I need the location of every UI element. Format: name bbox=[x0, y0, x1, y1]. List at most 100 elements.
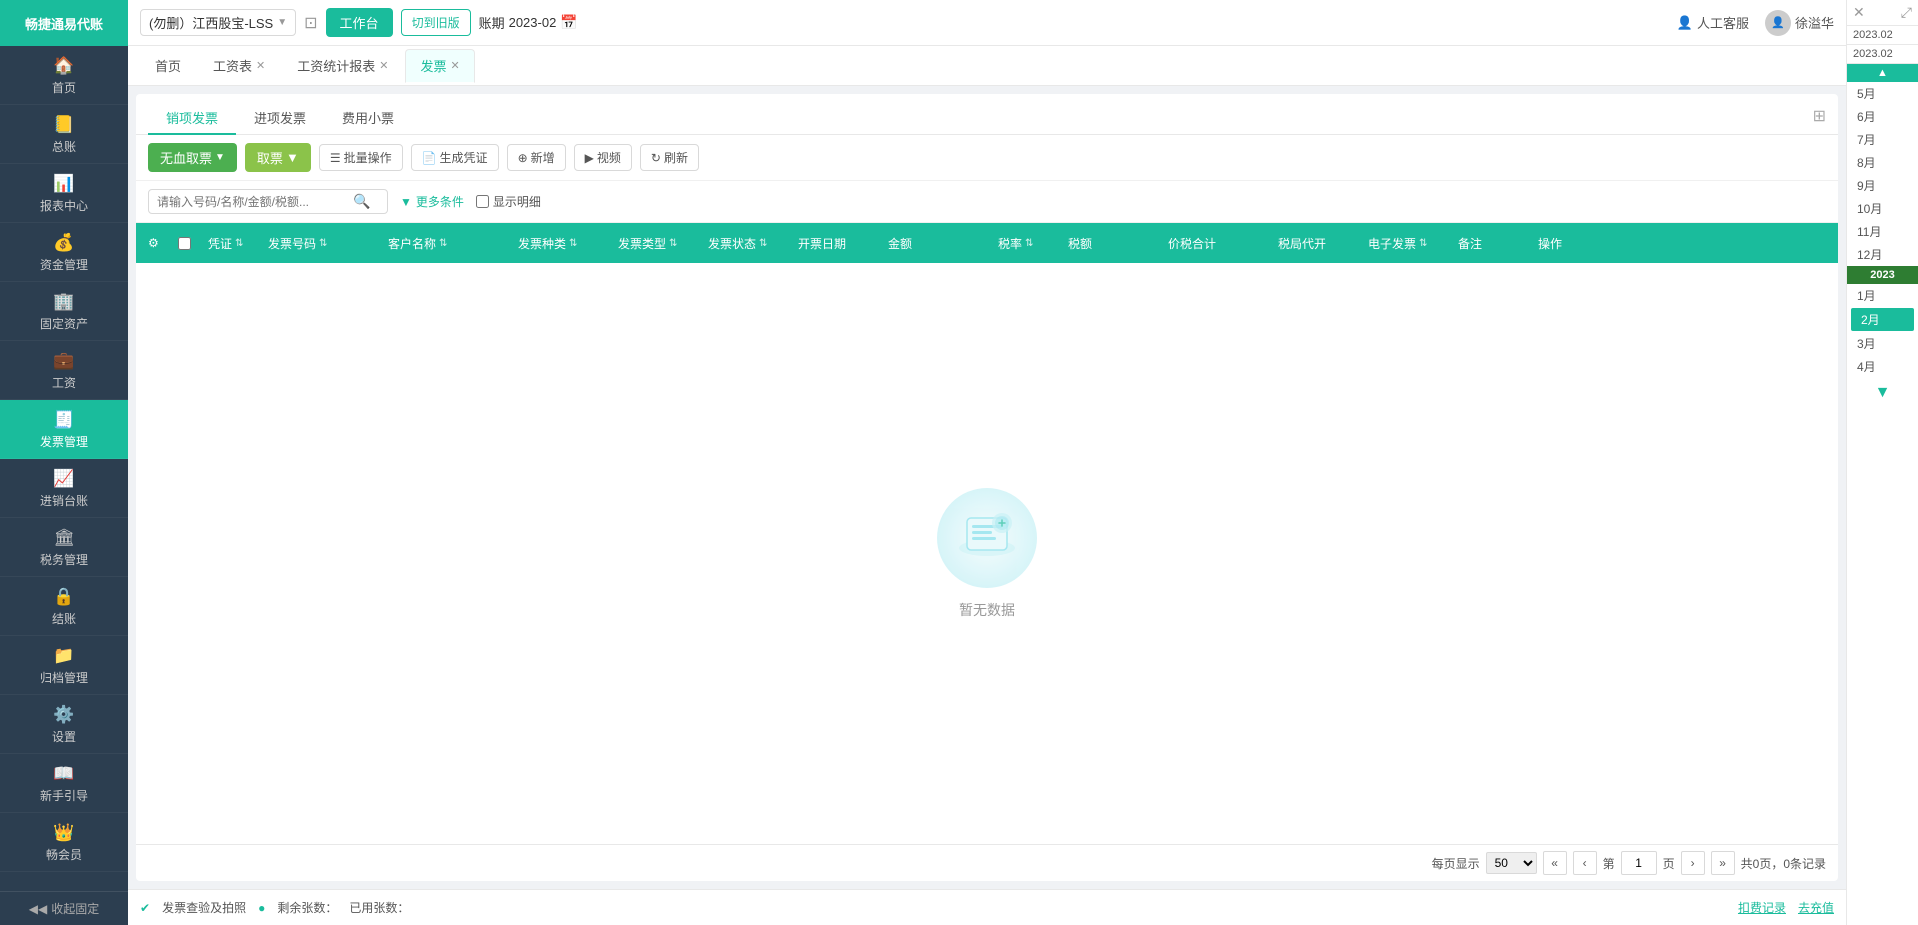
refresh-icon: ↻ bbox=[651, 151, 661, 165]
new-icon: ⊕ bbox=[518, 151, 528, 165]
sidebar-item-home[interactable]: 🏠 首页 bbox=[0, 46, 128, 105]
tab-home[interactable]: 首页 bbox=[140, 49, 196, 83]
sidebar-item-payroll[interactable]: 💼 工资 bbox=[0, 341, 128, 400]
th-note: 备注 bbox=[1450, 235, 1530, 252]
workbench-button[interactable]: 工作台 bbox=[326, 8, 393, 37]
take-ticket-button[interactable]: 取票 ▼ bbox=[245, 143, 311, 172]
bottom-links: 扣费记录 去充值 bbox=[1738, 899, 1834, 916]
no-select-ticket-button[interactable]: 无血取票 ▼ bbox=[148, 143, 237, 172]
month-3[interactable]: 3月 bbox=[1847, 332, 1918, 355]
first-page-btn[interactable]: « bbox=[1543, 851, 1567, 875]
last-page-btn[interactable]: » bbox=[1711, 851, 1735, 875]
month-8[interactable]: 8月 bbox=[1847, 151, 1918, 174]
take-ticket-dropdown-icon: ▼ bbox=[286, 150, 299, 165]
subtab-purchase-invoice[interactable]: 进项发票 bbox=[236, 102, 324, 135]
select-all-checkbox[interactable] bbox=[178, 237, 191, 250]
month-2-active[interactable]: 2月 bbox=[1851, 308, 1914, 331]
sidebar-label-home: 首页 bbox=[52, 79, 76, 96]
tab-payroll[interactable]: 工资表 ✕ bbox=[198, 49, 280, 83]
prev-page-btn[interactable]: ‹ bbox=[1573, 851, 1597, 875]
used-label: 已用张数： bbox=[349, 899, 409, 916]
show-detail-checkbox[interactable] bbox=[476, 195, 489, 208]
subtab-expense-receipt[interactable]: 费用小票 bbox=[324, 102, 412, 135]
sidebar-item-archive[interactable]: 📁 归档管理 bbox=[0, 636, 128, 695]
refresh-button[interactable]: ↻ 刷新 bbox=[640, 144, 699, 171]
tax-rate-sort-icon[interactable]: ⇅ bbox=[1025, 238, 1033, 249]
new-button[interactable]: ⊕ 新增 bbox=[507, 144, 566, 171]
content-area: 销项发票 进项发票 费用小票 ⊞ 无血取票 ▼ 取票 ▼ ☰ bbox=[128, 86, 1846, 925]
sidebar-item-ledger[interactable]: 📒 总账 bbox=[0, 105, 128, 164]
scroll-down-btn[interactable]: ▼ bbox=[1847, 378, 1918, 408]
right-panel-expand-btn[interactable]: ⤢ bbox=[1901, 4, 1912, 21]
month-11[interactable]: 11月 bbox=[1847, 220, 1918, 243]
month-10[interactable]: 10月 bbox=[1847, 197, 1918, 220]
th-settings[interactable]: ⚙ bbox=[140, 236, 170, 250]
tab-payroll-stats-close[interactable]: ✕ bbox=[379, 59, 388, 72]
more-conditions-btn[interactable]: ▼ 更多条件 bbox=[400, 193, 464, 210]
calendar-icon[interactable]: 📅 bbox=[560, 14, 577, 31]
customer-service-btn[interactable]: 👤 人工客服 bbox=[1677, 13, 1749, 32]
sidebar-item-sales[interactable]: 📈 进销台账 bbox=[0, 459, 128, 518]
batch-op-button[interactable]: ☰ 批量操作 bbox=[319, 144, 403, 171]
e-invoice-sort-icon[interactable]: ⇅ bbox=[1419, 238, 1427, 249]
next-page-btn[interactable]: › bbox=[1681, 851, 1705, 875]
customer-sort-icon[interactable]: ⇅ bbox=[439, 238, 447, 249]
sidebar-item-finance[interactable]: 💰 资金管理 bbox=[0, 223, 128, 282]
sidebar-item-reports[interactable]: 📊 报表中心 bbox=[0, 164, 128, 223]
invoice-type-sort-icon[interactable]: ⇅ bbox=[569, 238, 577, 249]
voucher-sort-icon[interactable]: ⇅ bbox=[235, 238, 243, 249]
sidebar-label-reports: 报表中心 bbox=[40, 197, 88, 214]
no-select-label: 无血取票 bbox=[160, 148, 212, 167]
sidebar-item-settings[interactable]: ⚙️ 设置 bbox=[0, 695, 128, 754]
tab-payroll-close[interactable]: ✕ bbox=[256, 59, 265, 72]
reports-icon: 📊 bbox=[53, 174, 74, 194]
sidebar-item-close-accounts[interactable]: 🔒 结账 bbox=[0, 577, 128, 636]
subtab-sales-invoice[interactable]: 销项发票 bbox=[148, 102, 236, 135]
deduct-records-link[interactable]: 扣费记录 bbox=[1738, 899, 1786, 916]
invoice-class-sort-icon[interactable]: ⇅ bbox=[669, 238, 677, 249]
invoice-no-sort-icon[interactable]: ⇅ bbox=[319, 238, 327, 249]
header-date-2: 2023.02 bbox=[1847, 45, 1918, 64]
month-5[interactable]: 5月 bbox=[1847, 82, 1918, 105]
month-9[interactable]: 9月 bbox=[1847, 174, 1918, 197]
year-2023-label: 2023 bbox=[1847, 266, 1918, 284]
search-input[interactable] bbox=[157, 195, 347, 209]
show-detail-toggle[interactable]: 显示明细 bbox=[476, 193, 541, 210]
month-7[interactable]: 7月 bbox=[1847, 128, 1918, 151]
month-1[interactable]: 1月 bbox=[1847, 284, 1918, 307]
sidebar-label-guide: 新手引导 bbox=[40, 787, 88, 804]
user-menu[interactable]: 👤 徐溢华 bbox=[1765, 10, 1834, 36]
search-icon[interactable]: 🔍 bbox=[353, 193, 370, 210]
sidebar-item-member[interactable]: 👑 畅会员 bbox=[0, 813, 128, 872]
sidebar-label-payroll: 工资 bbox=[52, 374, 76, 391]
grid-view-icon[interactable]: ⊞ bbox=[1813, 106, 1826, 126]
right-panel-close-btn[interactable]: ✕ bbox=[1853, 4, 1865, 21]
gen-voucher-button[interactable]: 📄 生成凭证 bbox=[411, 144, 499, 171]
service-label: 人工客服 bbox=[1697, 13, 1749, 32]
switch-version-button[interactable]: 切到旧版 bbox=[401, 9, 471, 36]
month-4[interactable]: 4月 bbox=[1847, 355, 1918, 378]
company-dropdown-icon: ▼ bbox=[277, 17, 287, 28]
status-sort-icon[interactable]: ⇅ bbox=[759, 238, 767, 249]
archive-icon: 📁 bbox=[53, 646, 74, 666]
sidebar-collapse-btn[interactable]: ◀◀ 收起固定 bbox=[0, 892, 128, 925]
th-check[interactable] bbox=[170, 237, 200, 250]
tab-payroll-stats[interactable]: 工资统计报表 ✕ bbox=[282, 49, 403, 83]
page-size-select[interactable]: 50 100 200 bbox=[1486, 852, 1537, 874]
tab-invoice-close[interactable]: ✕ bbox=[451, 59, 460, 72]
company-selector[interactable]: (勿删）江西股宝-LSS ▼ bbox=[140, 9, 296, 36]
sidebar-item-assets[interactable]: 🏢 固定资产 bbox=[0, 282, 128, 341]
sidebar-item-tax[interactable]: 🏛 税务管理 bbox=[0, 518, 128, 577]
page-input[interactable] bbox=[1621, 851, 1657, 875]
month-6[interactable]: 6月 bbox=[1847, 105, 1918, 128]
right-panel-header: ✕ ⤢ bbox=[1847, 0, 1918, 26]
empty-illustration bbox=[937, 488, 1037, 588]
recharge-link[interactable]: 去充值 bbox=[1798, 899, 1834, 916]
video-button[interactable]: ▶ 视频 bbox=[574, 144, 632, 171]
month-12[interactable]: 12月 bbox=[1847, 243, 1918, 266]
sidebar-item-invoice[interactable]: 🧾 发票管理 bbox=[0, 400, 128, 459]
tab-invoice[interactable]: 发票 ✕ bbox=[405, 49, 474, 83]
copy-button[interactable]: ⊡ bbox=[304, 13, 317, 33]
th-operate: 操作 bbox=[1530, 235, 1590, 252]
sidebar-item-guide[interactable]: 📖 新手引导 bbox=[0, 754, 128, 813]
